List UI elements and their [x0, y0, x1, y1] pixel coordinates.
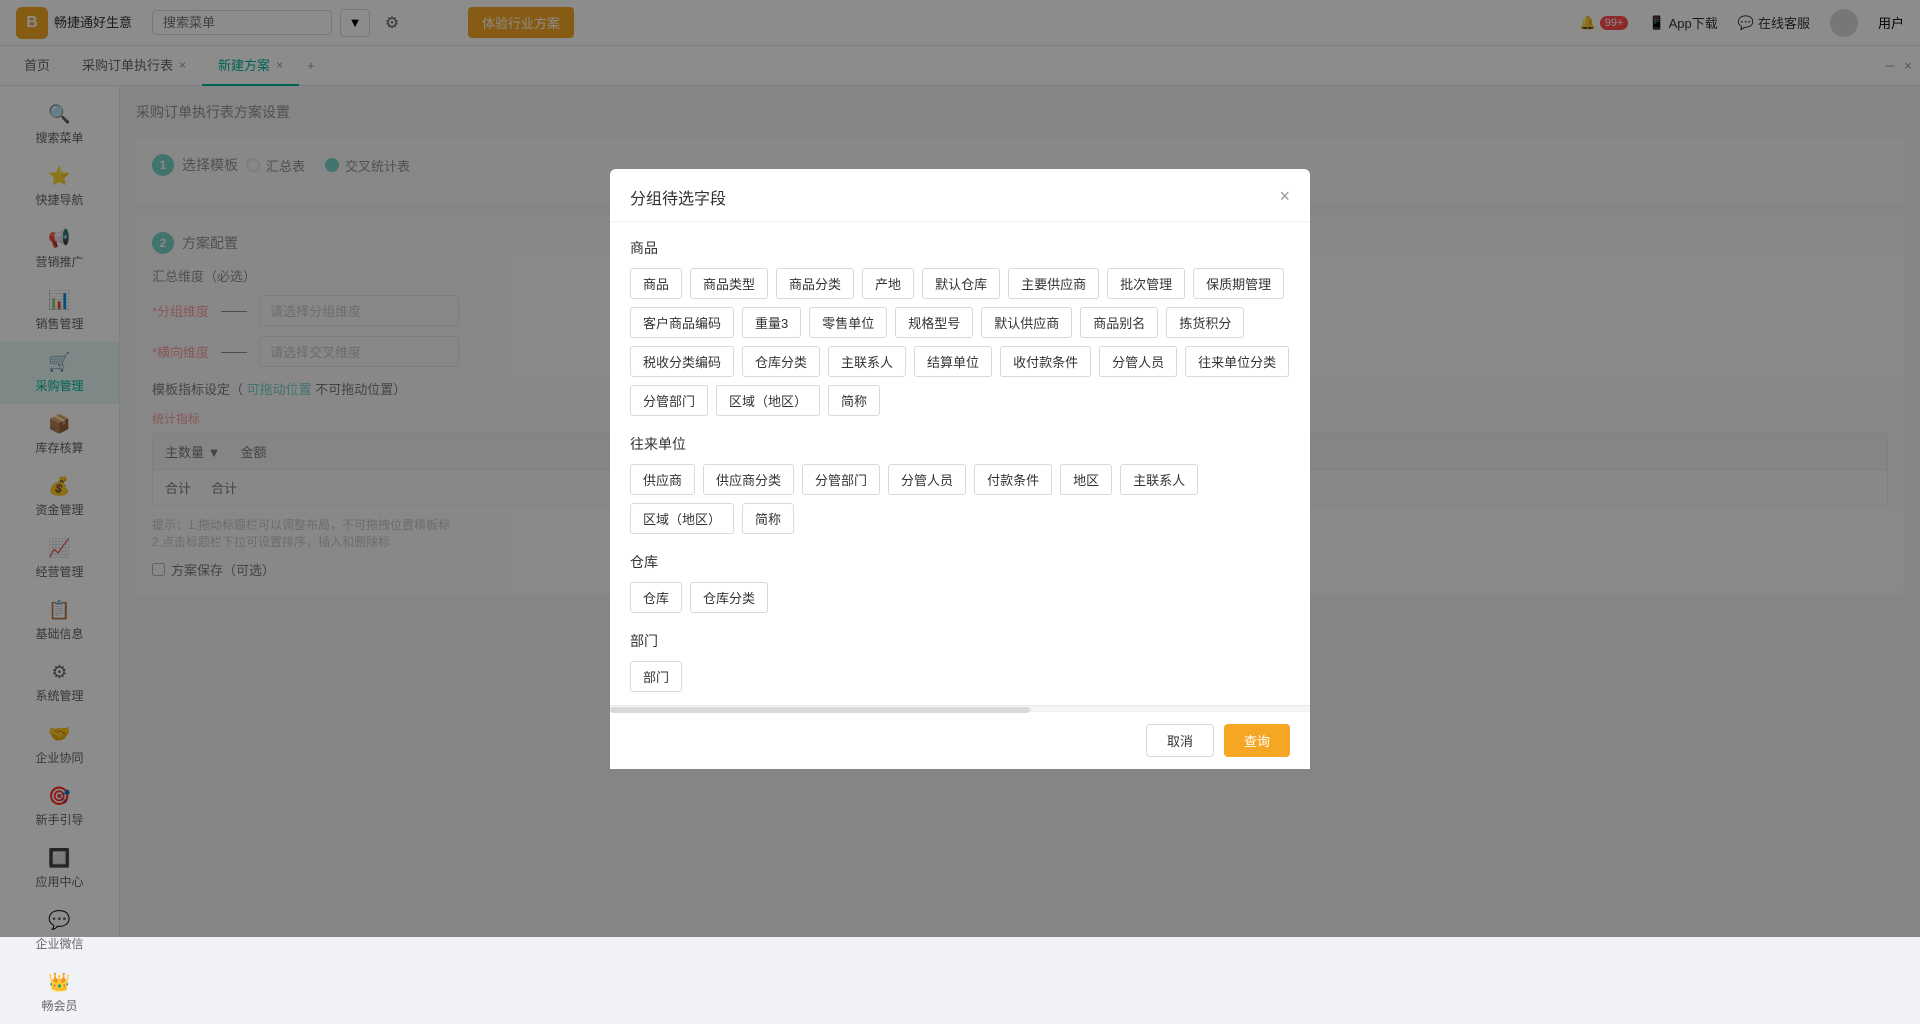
field-retail-unit[interactable]: 零售单位 [809, 307, 887, 338]
field-department[interactable]: 部门 [630, 661, 682, 692]
confirm-button[interactable]: 查询 [1224, 724, 1290, 757]
field-default-warehouse[interactable]: 默认仓库 [922, 268, 1000, 299]
field-partner-dept[interactable]: 分管部门 [802, 464, 880, 495]
section-goods-title: 商品 [630, 238, 1290, 258]
field-default-supplier[interactable]: 默认供应商 [981, 307, 1072, 338]
field-partner-contact[interactable]: 主联系人 [1120, 464, 1198, 495]
field-goods-type[interactable]: 商品类型 [690, 268, 768, 299]
field-expiry-mgmt[interactable]: 保质期管理 [1193, 268, 1284, 299]
field-goods[interactable]: 商品 [630, 268, 682, 299]
field-goods-alias[interactable]: 商品别名 [1080, 307, 1158, 338]
crown-icon: 👑 [48, 972, 70, 993]
field-partner-supervisor[interactable]: 分管人员 [888, 464, 966, 495]
field-wh-category[interactable]: 仓库分类 [742, 346, 820, 377]
field-supervisor[interactable]: 分管人员 [1099, 346, 1177, 377]
field-warehouse[interactable]: 仓库 [630, 582, 682, 613]
section-partner-title: 往来单位 [630, 434, 1290, 454]
field-dept[interactable]: 分管部门 [630, 385, 708, 416]
field-payment-terms[interactable]: 收付款条件 [1000, 346, 1091, 377]
field-region[interactable]: 区域（地区） [716, 385, 820, 416]
cancel-button[interactable]: 取消 [1146, 724, 1214, 757]
field-origin[interactable]: 产地 [862, 268, 914, 299]
section-warehouse: 仓库 仓库 仓库分类 [630, 552, 1290, 613]
hscroll-thumb [610, 707, 1030, 713]
field-area[interactable]: 地区 [1060, 464, 1112, 495]
modal-header: 分组待选字段 × [610, 169, 1310, 222]
field-spec-model[interactable]: 规格型号 [895, 307, 973, 338]
section-goods: 商品 商品 商品类型 商品分类 产地 默认仓库 主要供应商 批次管理 保质期管理… [630, 238, 1290, 416]
modal-body: 商品 商品 商品类型 商品分类 产地 默认仓库 主要供应商 批次管理 保质期管理… [610, 222, 1310, 705]
field-abbr[interactable]: 简称 [828, 385, 880, 416]
section-warehouse-title: 仓库 [630, 552, 1290, 572]
field-supplier-cat[interactable]: 供应商分类 [703, 464, 794, 495]
section-goods-fields: 商品 商品类型 商品分类 产地 默认仓库 主要供应商 批次管理 保质期管理 客户… [630, 268, 1290, 416]
field-goods-category[interactable]: 商品分类 [776, 268, 854, 299]
modal-close-button[interactable]: × [1279, 186, 1290, 207]
field-partner-category[interactable]: 往来单位分类 [1185, 346, 1289, 377]
section-warehouse-fields: 仓库 仓库分类 [630, 582, 1290, 613]
field-payment-cond[interactable]: 付款条件 [974, 464, 1052, 495]
modal-title: 分组待选字段 [630, 185, 726, 209]
field-warehouse-cat[interactable]: 仓库分类 [690, 582, 768, 613]
field-settlement-unit[interactable]: 结算单位 [914, 346, 992, 377]
sidebar-item-member-label: 畅会员 [41, 997, 77, 1014]
field-tax-code[interactable]: 税收分类编码 [630, 346, 734, 377]
field-weight[interactable]: 重量3 [742, 307, 801, 338]
field-customer-code[interactable]: 客户商品编码 [630, 307, 734, 338]
sidebar-item-wechat-label: 企业微信 [35, 935, 83, 952]
section-dept-fields: 部门 [630, 661, 1290, 692]
modal: 分组待选字段 × 商品 商品 商品类型 商品分类 产地 默认仓库 主要供应商 批… [610, 169, 1310, 769]
section-dept-title: 部门 [630, 631, 1290, 651]
field-main-supplier[interactable]: 主要供应商 [1008, 268, 1099, 299]
field-partner-region[interactable]: 区域（地区） [630, 503, 734, 534]
field-pick-points[interactable]: 拣货积分 [1166, 307, 1244, 338]
modal-footer: 取消 查询 [610, 711, 1310, 769]
section-partner: 往来单位 供应商 供应商分类 分管部门 分管人员 付款条件 地区 主联系人 区域… [630, 434, 1290, 534]
modal-overlay: 分组待选字段 × 商品 商品 商品类型 商品分类 产地 默认仓库 主要供应商 批… [0, 0, 1920, 937]
field-main-contact[interactable]: 主联系人 [828, 346, 906, 377]
section-dept: 部门 部门 [630, 631, 1290, 692]
section-partner-fields: 供应商 供应商分类 分管部门 分管人员 付款条件 地区 主联系人 区域（地区） … [630, 464, 1290, 534]
modal-hscrollbar[interactable] [610, 705, 1310, 711]
field-batch-mgmt[interactable]: 批次管理 [1107, 268, 1185, 299]
field-supplier[interactable]: 供应商 [630, 464, 695, 495]
sidebar-item-member[interactable]: 👑 畅会员 [0, 962, 119, 1024]
field-partner-abbr[interactable]: 简称 [742, 503, 794, 534]
